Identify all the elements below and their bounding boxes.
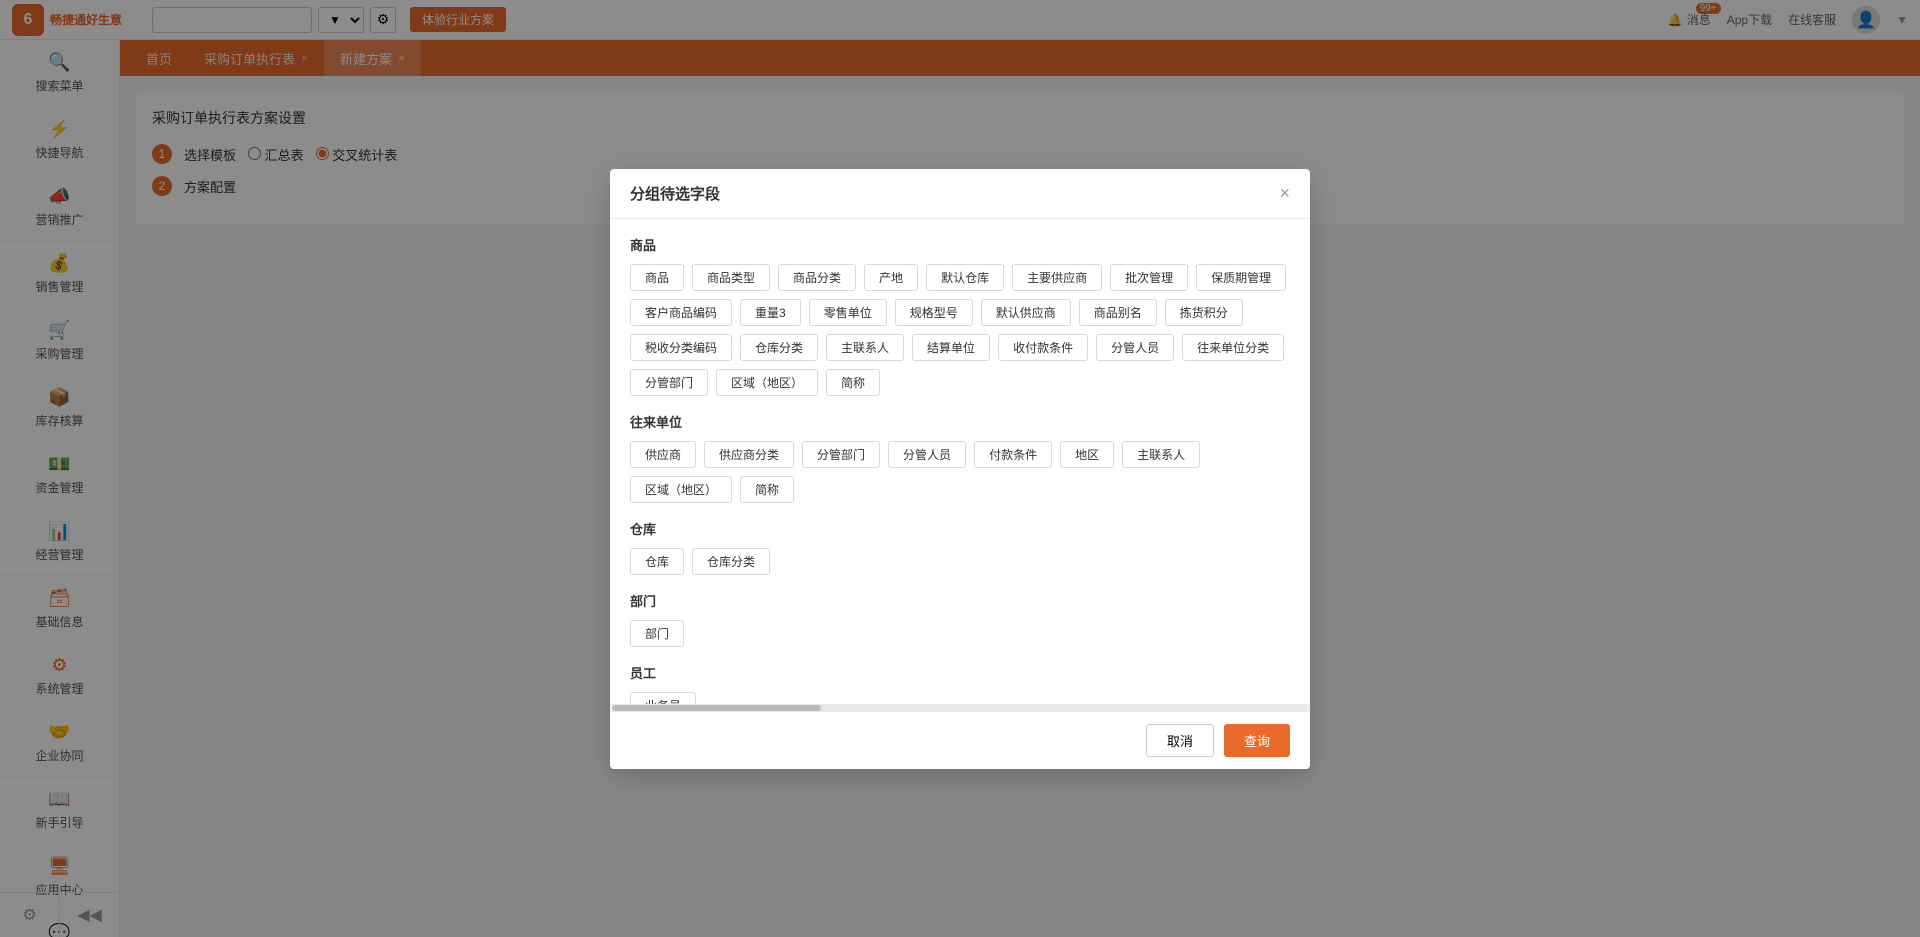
- field-chip-0-17[interactable]: 主联系人: [826, 334, 904, 361]
- field-chip-0-13[interactable]: 商品别名: [1079, 299, 1157, 326]
- field-chip-3-0[interactable]: 部门: [630, 620, 684, 647]
- section-title-1: 往来单位: [630, 412, 1290, 431]
- dialog-title: 分组待选字段: [630, 183, 720, 204]
- field-chip-2-0[interactable]: 仓库: [630, 548, 684, 575]
- hscroll-thumb: [612, 705, 821, 711]
- section-chips-2: 仓库仓库分类: [630, 548, 1290, 575]
- section-4: 员工业务员: [630, 663, 1290, 704]
- field-chip-1-4[interactable]: 付款条件: [974, 441, 1052, 468]
- field-chip-0-4[interactable]: 默认仓库: [926, 264, 1004, 291]
- section-chips-1: 供应商供应商分类分管部门分管人员付款条件地区主联系人区域（地区） 简称: [630, 441, 1290, 503]
- field-chip-0-15[interactable]: 税收分类编码: [630, 334, 732, 361]
- field-chip-0-12[interactable]: 默认供应商: [981, 299, 1071, 326]
- dialog-hscroll[interactable]: [610, 704, 1310, 711]
- section-0: 商品商品商品类型商品分类产地默认仓库主要供应商批次管理保质期管理客户商品编码重量…: [630, 235, 1290, 396]
- dialog-overlay: 分组待选字段 × 商品商品商品类型商品分类产地默认仓库主要供应商批次管理保质期管…: [0, 0, 1920, 937]
- field-select-dialog: 分组待选字段 × 商品商品商品类型商品分类产地默认仓库主要供应商批次管理保质期管…: [610, 169, 1310, 769]
- field-chip-0-18[interactable]: 结算单位: [912, 334, 990, 361]
- field-chip-0-16[interactable]: 仓库分类: [740, 334, 818, 361]
- section-3: 部门部门: [630, 591, 1290, 647]
- section-chips-0: 商品商品类型商品分类产地默认仓库主要供应商批次管理保质期管理客户商品编码重量3 零…: [630, 264, 1290, 396]
- dialog-body[interactable]: 商品商品商品类型商品分类产地默认仓库主要供应商批次管理保质期管理客户商品编码重量…: [610, 219, 1310, 704]
- field-chip-0-5[interactable]: 主要供应商: [1012, 264, 1102, 291]
- field-chip-0-1[interactable]: 商品类型: [692, 264, 770, 291]
- field-chip-1-2[interactable]: 分管部门: [802, 441, 880, 468]
- dialog-close-button[interactable]: ×: [1279, 183, 1290, 204]
- field-chip-0-22[interactable]: 分管部门: [630, 369, 708, 396]
- section-chips-4: 业务员: [630, 692, 1290, 704]
- field-chip-1-0[interactable]: 供应商: [630, 441, 696, 468]
- cancel-button[interactable]: 取消: [1146, 724, 1214, 757]
- field-chip-1-5[interactable]: 地区: [1060, 441, 1114, 468]
- field-chip-1-1[interactable]: 供应商分类: [704, 441, 794, 468]
- field-chip-1-8[interactable]: 简称: [740, 476, 794, 503]
- section-title-3: 部门: [630, 591, 1290, 610]
- section-2: 仓库仓库仓库分类: [630, 519, 1290, 575]
- field-chip-0-8[interactable]: 客户商品编码: [630, 299, 732, 326]
- section-title-0: 商品: [630, 235, 1290, 254]
- field-chip-0-11[interactable]: 规格型号: [895, 299, 973, 326]
- field-chip-0-19[interactable]: 收付款条件: [998, 334, 1088, 361]
- field-chip-1-3[interactable]: 分管人员: [888, 441, 966, 468]
- dialog-footer: 取消 查询: [610, 711, 1310, 769]
- section-1: 往来单位供应商供应商分类分管部门分管人员付款条件地区主联系人区域（地区） 简称: [630, 412, 1290, 503]
- field-chip-0-6[interactable]: 批次管理: [1110, 264, 1188, 291]
- section-chips-3: 部门: [630, 620, 1290, 647]
- field-chip-0-20[interactable]: 分管人员: [1096, 334, 1174, 361]
- dialog-header: 分组待选字段 ×: [610, 169, 1310, 219]
- field-chip-0-21[interactable]: 往来单位分类: [1182, 334, 1284, 361]
- field-chip-1-7[interactable]: 区域（地区）: [630, 476, 732, 503]
- field-chip-0-7[interactable]: 保质期管理: [1196, 264, 1286, 291]
- field-chip-0-0[interactable]: 商品: [630, 264, 684, 291]
- confirm-button[interactable]: 查询: [1224, 724, 1290, 757]
- field-chip-0-23[interactable]: 区域（地区）: [716, 369, 818, 396]
- field-chip-0-10[interactable]: 零售单位: [809, 299, 887, 326]
- field-chip-4-0[interactable]: 业务员: [630, 692, 696, 704]
- field-chip-0-2[interactable]: 商品分类: [778, 264, 856, 291]
- field-chip-1-6[interactable]: 主联系人: [1122, 441, 1200, 468]
- section-title-4: 员工: [630, 663, 1290, 682]
- hscroll-track: [612, 705, 1308, 711]
- field-chip-0-24[interactable]: 简称: [826, 369, 880, 396]
- field-chip-2-1[interactable]: 仓库分类: [692, 548, 770, 575]
- field-chip-0-3[interactable]: 产地: [864, 264, 918, 291]
- field-chip-0-9[interactable]: 重量3: [740, 299, 801, 326]
- field-chip-0-14[interactable]: 拣货积分: [1165, 299, 1243, 326]
- section-title-2: 仓库: [630, 519, 1290, 538]
